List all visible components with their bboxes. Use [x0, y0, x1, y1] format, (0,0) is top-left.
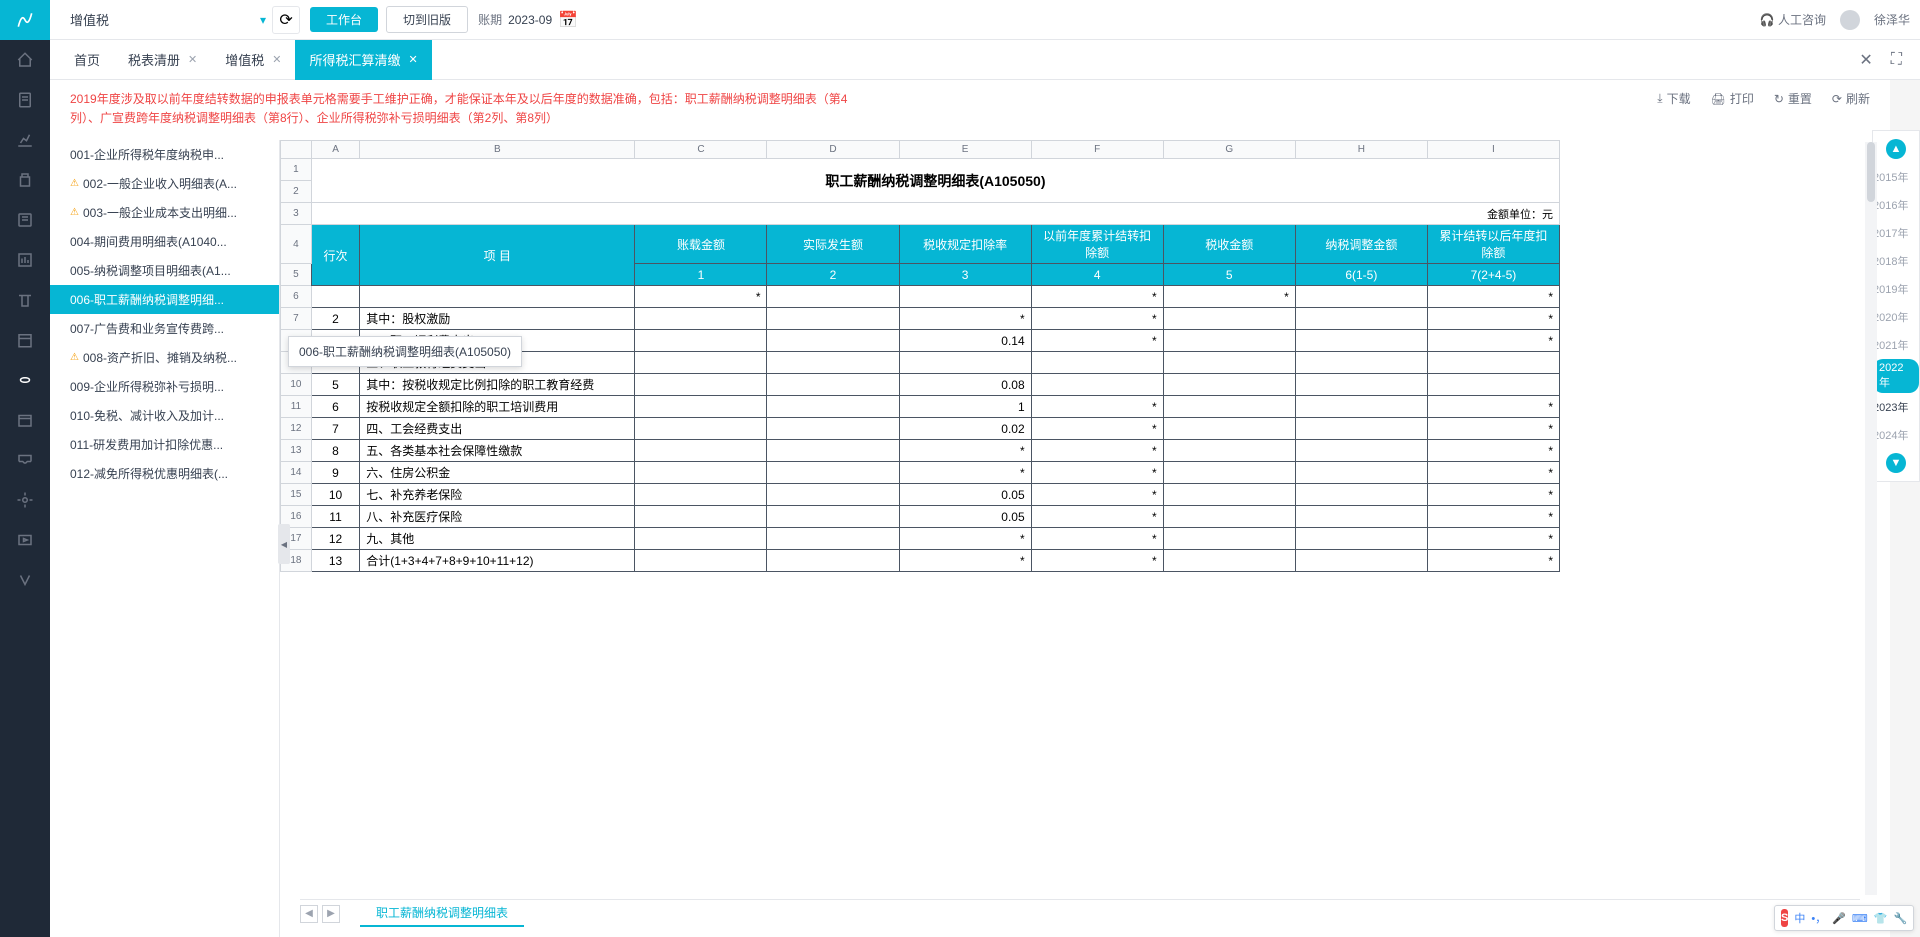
year-2016年[interactable]: 2016年: [1873, 191, 1919, 219]
nav-home-icon[interactable]: [0, 40, 50, 80]
calendar-icon[interactable]: 📅: [558, 10, 578, 30]
worktable-button[interactable]: 工作台: [310, 7, 378, 32]
form-item-7[interactable]: ⚠008-资产折旧、摊销及纳税...: [50, 343, 279, 372]
form-item-2[interactable]: ⚠003-一般企业成本支出明细...: [50, 198, 279, 227]
year-up-icon[interactable]: ▲: [1886, 139, 1906, 159]
nav-video-icon[interactable]: [0, 520, 50, 560]
form-item-6[interactable]: 007-广告费和业务宣传费跨...: [50, 314, 279, 343]
form-item-9[interactable]: 010-免税、减计收入及加计...: [50, 401, 279, 430]
reset-button[interactable]: ↻ 重置: [1774, 90, 1812, 107]
collapse-handle[interactable]: ◀: [278, 524, 290, 564]
year-down-icon[interactable]: ▼: [1886, 453, 1906, 473]
close-icon[interactable]: ✕: [272, 53, 281, 66]
main-area: 2019年度涉及取以前年度结转数据的申报表单元格需要手工维护正确，才能保证本年及…: [50, 80, 1890, 937]
form-list: 001-企业所得税年度纳税申...⚠002-一般企业收入明细表(A...⚠003…: [50, 140, 280, 937]
tab-1[interactable]: 税表清册✕: [114, 40, 211, 80]
close-icon[interactable]: ✕: [188, 53, 197, 66]
year-panel: ▲ 2015年2016年2017年2018年2019年2020年2021年202…: [1872, 130, 1920, 482]
ime-mic-icon[interactable]: 🎤: [1832, 912, 1846, 925]
fullscreen-icon[interactable]: ⛶: [1883, 51, 1910, 69]
nav-tax-icon[interactable]: [0, 280, 50, 320]
ime-s-icon: S: [1781, 909, 1788, 927]
form-item-10[interactable]: 011-研发费用加计扣除优惠...: [50, 430, 279, 459]
nav-chart-icon[interactable]: [0, 120, 50, 160]
nav-active-icon[interactable]: [0, 360, 50, 400]
sheet-nav-prev[interactable]: ▶: [322, 905, 340, 923]
year-2023年[interactable]: 2023年: [1873, 393, 1919, 421]
form-item-4[interactable]: 005-纳税调整项目明细表(A1...: [50, 256, 279, 285]
username[interactable]: 徐泽华: [1874, 11, 1910, 28]
warn-icon: ⚠: [70, 178, 79, 189]
nav-report-icon[interactable]: [0, 240, 50, 280]
nav-book-icon[interactable]: [0, 200, 50, 240]
year-2021年[interactable]: 2021年: [1873, 331, 1919, 359]
form-item-3[interactable]: 004-期间费用明细表(A1040...: [50, 227, 279, 256]
print-button[interactable]: 🖨 打印: [1711, 90, 1754, 107]
consult-link[interactable]: 🎧 人工咨询: [1760, 11, 1826, 28]
form-item-11[interactable]: 012-减免所得税优惠明细表(...: [50, 459, 279, 488]
ime-punct[interactable]: •，: [1811, 910, 1826, 926]
year-2024年[interactable]: 2024年: [1873, 421, 1919, 449]
sheet-nav-first[interactable]: ◀: [300, 905, 318, 923]
period-value[interactable]: 2023-09: [508, 13, 552, 27]
sheet-tab[interactable]: 职工薪酬纳税调整明细表: [360, 900, 524, 927]
year-2019年[interactable]: 2019年: [1873, 275, 1919, 303]
year-2017年[interactable]: 2017年: [1873, 219, 1919, 247]
warn-icon: ⚠: [70, 207, 79, 218]
form-tooltip: 006-职工薪酬纳税调整明细表(A105050): [288, 336, 522, 367]
avatar[interactable]: [1840, 10, 1860, 30]
chevron-down-icon[interactable]: ▾: [260, 13, 266, 27]
sync-icon[interactable]: ⟳: [272, 6, 300, 34]
warn-icon: ⚠: [70, 352, 79, 363]
nav-v-icon[interactable]: [0, 560, 50, 600]
year-2022年[interactable]: 2022年: [1873, 359, 1919, 393]
nav-doc-icon[interactable]: [0, 80, 50, 120]
ime-skin-icon[interactable]: 👕: [1874, 912, 1888, 925]
form-item-1[interactable]: ⚠002-一般企业收入明细表(A...: [50, 169, 279, 198]
tab-0[interactable]: 首页: [60, 40, 114, 80]
top-bar: 增值税 ▾ ⟳ 工作台 切到旧版 账期 2023-09 📅 🎧 人工咨询 徐泽华: [50, 0, 1920, 40]
year-2018年[interactable]: 2018年: [1873, 247, 1919, 275]
warning-text: 2019年度涉及取以前年度结转数据的申报表单元格需要手工维护正确，才能保证本年及…: [70, 90, 870, 128]
tabs-bar: 首页税表清册✕增值税✕所得税汇算清缴✕ ✕ ⛶: [50, 40, 1920, 80]
year-2020年[interactable]: 2020年: [1873, 303, 1919, 331]
nav-settings-icon[interactable]: [0, 480, 50, 520]
form-item-8[interactable]: 009-企业所得税弥补亏损明...: [50, 372, 279, 401]
nav-archive-icon[interactable]: [0, 400, 50, 440]
close-icon[interactable]: ✕: [409, 53, 418, 66]
left-nav-rail: [0, 0, 50, 937]
dropdown-label: 增值税: [70, 10, 109, 29]
close-tab-icon[interactable]: ✕: [1849, 50, 1882, 70]
nav-calendar-icon[interactable]: [0, 320, 50, 360]
tax-type-dropdown[interactable]: 增值税: [60, 10, 260, 29]
spreadsheet-area[interactable]: ABCDEFGHI1职工薪酬纳税调整明细表(A105050)23金额单位：元4行…: [280, 140, 1890, 937]
tab-3[interactable]: 所得税汇算清缴✕: [295, 40, 431, 80]
nav-inbox-icon[interactable]: [0, 440, 50, 480]
refresh-button[interactable]: ⟳ 刷新: [1832, 90, 1870, 107]
switch-old-button[interactable]: 切到旧版: [386, 6, 468, 33]
period-label: 账期: [478, 11, 502, 28]
ime-tool-icon[interactable]: 🔧: [1894, 912, 1908, 925]
download-button[interactable]: ⤓ 下载: [1657, 90, 1690, 107]
nav-money-icon[interactable]: [0, 160, 50, 200]
scrollbar-vertical[interactable]: [1865, 142, 1877, 895]
ime-kbd-icon[interactable]: ⌨: [1852, 912, 1868, 925]
year-2015年[interactable]: 2015年: [1873, 163, 1919, 191]
app-logo[interactable]: [0, 0, 50, 40]
ime-lang[interactable]: 中: [1794, 910, 1805, 926]
tab-2[interactable]: 增值税✕: [211, 40, 295, 80]
form-item-5[interactable]: 006-职工薪酬纳税调整明细...: [50, 285, 279, 314]
ime-bar[interactable]: S 中 •， 🎤 ⌨ 👕 🔧: [1774, 905, 1914, 931]
form-item-0[interactable]: 001-企业所得税年度纳税申...: [50, 140, 279, 169]
